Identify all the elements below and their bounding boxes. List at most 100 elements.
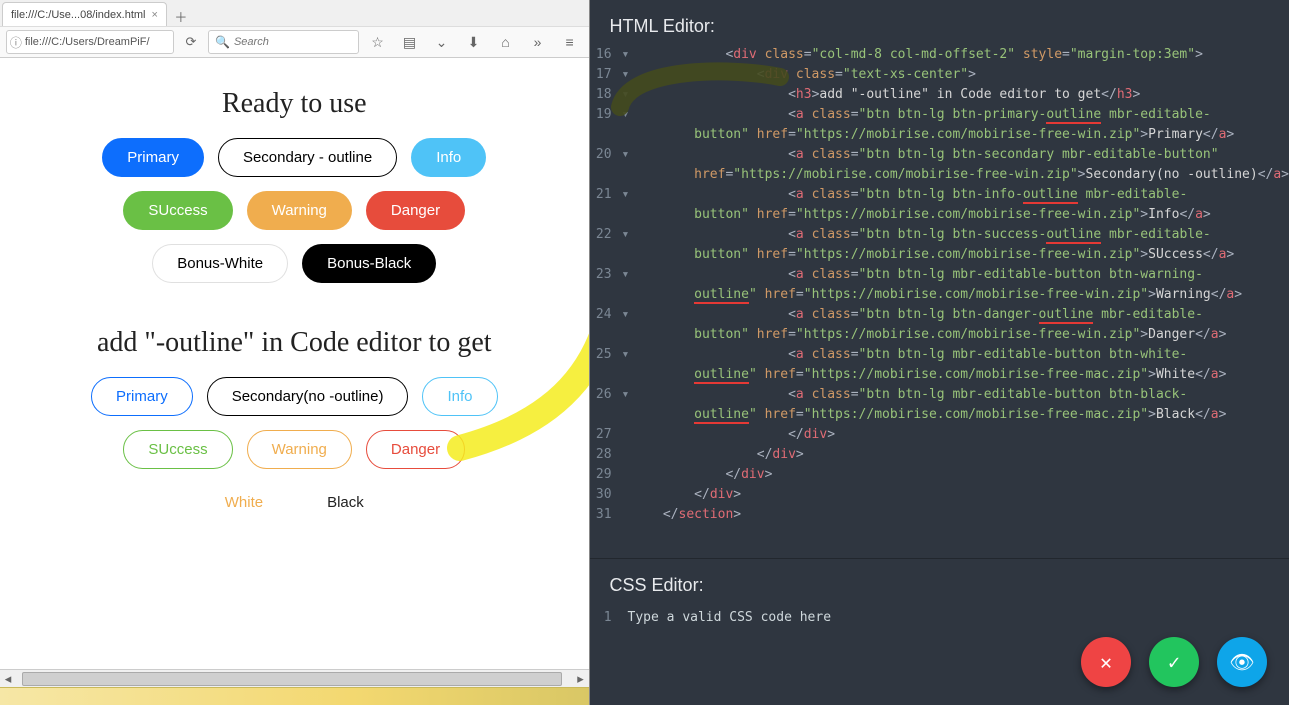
close-icon[interactable]: × <box>152 9 158 21</box>
code-text[interactable]: <a class="btn btn-lg mbr-editable-button… <box>632 345 1289 365</box>
menu-icon[interactable]: ≡ <box>557 30 583 54</box>
code-text[interactable]: <a class="btn btn-lg mbr-editable-button… <box>632 265 1289 285</box>
pocket-icon[interactable]: ⌄ <box>429 30 455 54</box>
code-line[interactable]: 26▾ <a class="btn btn-lg mbr-editable-bu… <box>590 385 1289 405</box>
fold-arrow-icon[interactable] <box>622 485 632 505</box>
scroll-left-icon[interactable]: ◂ <box>0 671 16 687</box>
code-text[interactable]: <div class="col-md-8 col-md-offset-2" st… <box>632 45 1289 65</box>
code-line-wrap[interactable]: button" href="https://mobirise.com/mobir… <box>590 125 1289 145</box>
btn-danger[interactable]: Danger <box>366 191 465 230</box>
code-line-wrap[interactable]: outline" href="https://mobirise.com/mobi… <box>590 285 1289 305</box>
code-line[interactable]: 18▾ <h3>add "-outline" in Code editor to… <box>590 85 1289 105</box>
code-text[interactable]: button" href="https://mobirise.com/mobir… <box>632 205 1289 225</box>
bookmark-icon[interactable]: ☆ <box>365 30 391 54</box>
code-line[interactable]: 28 </div> <box>590 445 1289 465</box>
html-editor[interactable]: 16▾ <div class="col-md-8 col-md-offset-2… <box>590 45 1289 558</box>
btn-success-outline[interactable]: SUccess <box>123 430 232 469</box>
code-text[interactable]: href="https://mobirise.com/mobirise-free… <box>632 165 1289 185</box>
scroll-thumb[interactable] <box>22 672 562 686</box>
code-line[interactable]: 20▾ <a class="btn btn-lg btn-secondary m… <box>590 145 1289 165</box>
new-tab-button[interactable]: ＋ <box>170 6 192 26</box>
code-text[interactable]: </div> <box>632 465 1289 485</box>
code-text[interactable]: </div> <box>632 485 1289 505</box>
code-line[interactable]: 24▾ <a class="btn btn-lg btn-danger-outl… <box>590 305 1289 325</box>
reload-button[interactable]: ⟳ <box>180 30 202 54</box>
code-text[interactable]: <a class="btn btn-lg btn-primary-outline… <box>632 105 1289 125</box>
browser-tab[interactable]: file:///C:/Use...08/index.html × <box>2 2 167 26</box>
btn-warning[interactable]: Warning <box>247 191 352 230</box>
code-text[interactable]: </section> <box>632 505 1289 525</box>
search-bar[interactable]: 🔍 <box>208 30 359 54</box>
btn-info[interactable]: Info <box>411 138 486 177</box>
fold-arrow-icon[interactable]: ▾ <box>622 105 632 125</box>
fold-arrow-icon[interactable] <box>622 505 632 525</box>
code-text[interactable]: <a class="btn btn-lg btn-success-outline… <box>632 225 1289 245</box>
btn-primary-outline[interactable]: Primary <box>91 377 193 416</box>
code-line-wrap[interactable]: outline" href="https://mobirise.com/mobi… <box>590 405 1289 425</box>
horizontal-scrollbar[interactable]: ◂ ▸ <box>0 669 589 687</box>
code-text[interactable]: <a class="btn btn-lg btn-info-outline mb… <box>632 185 1289 205</box>
btn-black-outline[interactable]: Black <box>302 483 389 522</box>
scroll-right-icon[interactable]: ▸ <box>573 671 589 687</box>
btn-white[interactable]: Bonus-White <box>152 244 288 283</box>
code-text[interactable]: </div> <box>632 425 1289 445</box>
fold-arrow-icon[interactable]: ▾ <box>622 85 632 105</box>
code-text[interactable]: outline" href="https://mobirise.com/mobi… <box>632 405 1289 425</box>
fold-arrow-icon[interactable]: ▾ <box>622 225 632 245</box>
fold-arrow-icon[interactable]: ▾ <box>622 185 632 205</box>
fold-arrow-icon[interactable]: ▾ <box>622 65 632 85</box>
overflow-icon[interactable]: » <box>525 30 551 54</box>
code-text[interactable]: button" href="https://mobirise.com/mobir… <box>632 245 1289 265</box>
fold-arrow-icon[interactable]: ▾ <box>622 265 632 285</box>
btn-black[interactable]: Bonus-Black <box>302 244 436 283</box>
downloads-icon[interactable]: ⬇ <box>461 30 487 54</box>
address-input[interactable] <box>25 36 173 48</box>
code-line[interactable]: 31 </section> <box>590 505 1289 525</box>
identity-icon[interactable]: ⓘ <box>7 34 25 51</box>
code-line[interactable]: 22▾ <a class="btn btn-lg btn-success-out… <box>590 225 1289 245</box>
code-line[interactable]: 25▾ <a class="btn btn-lg mbr-editable-bu… <box>590 345 1289 365</box>
btn-secondary[interactable]: Secondary - outline <box>218 138 397 177</box>
fold-arrow-icon[interactable]: ▾ <box>622 345 632 365</box>
fold-arrow-icon[interactable]: ▾ <box>622 45 632 65</box>
code-text[interactable]: outline" href="https://mobirise.com/mobi… <box>632 365 1289 385</box>
code-line-wrap[interactable]: button" href="https://mobirise.com/mobir… <box>590 325 1289 345</box>
code-text[interactable]: button" href="https://mobirise.com/mobir… <box>632 125 1289 145</box>
btn-secondary-outline[interactable]: Secondary(no -outline) <box>207 377 409 416</box>
code-text[interactable]: <a class="btn btn-lg mbr-editable-button… <box>632 385 1289 405</box>
code-text[interactable]: <div class="text-xs-center"> <box>632 65 1289 85</box>
code-text[interactable]: button" href="https://mobirise.com/mobir… <box>632 325 1289 345</box>
code-line-wrap[interactable]: href="https://mobirise.com/mobirise-free… <box>590 165 1289 185</box>
address-bar[interactable]: ⓘ <box>6 30 174 54</box>
reader-icon[interactable]: ▤ <box>397 30 423 54</box>
btn-danger-outline[interactable]: Danger <box>366 430 465 469</box>
code-text[interactable]: <a class="btn btn-lg btn-secondary mbr-e… <box>632 145 1289 165</box>
code-line-wrap[interactable]: button" href="https://mobirise.com/mobir… <box>590 245 1289 265</box>
code-text[interactable]: outline" href="https://mobirise.com/mobi… <box>632 285 1289 305</box>
cancel-button[interactable]: ✕ <box>1081 637 1131 687</box>
code-line[interactable]: 17▾ <div class="text-xs-center"> <box>590 65 1289 85</box>
code-line-wrap[interactable]: button" href="https://mobirise.com/mobir… <box>590 205 1289 225</box>
search-input[interactable] <box>234 36 352 48</box>
fold-arrow-icon[interactable]: ▾ <box>622 305 632 325</box>
btn-white-outline[interactable]: White <box>200 483 288 522</box>
fold-arrow-icon[interactable] <box>622 445 632 465</box>
page-viewport[interactable]: Ready to use Primary Secondary - outline… <box>0 58 589 687</box>
code-text[interactable]: <h3>add "-outline" in Code editor to get… <box>632 85 1289 105</box>
code-line[interactable]: 16▾ <div class="col-md-8 col-md-offset-2… <box>590 45 1289 65</box>
fold-arrow-icon[interactable]: ▾ <box>622 145 632 165</box>
btn-primary[interactable]: Primary <box>102 138 204 177</box>
code-text[interactable]: </div> <box>632 445 1289 465</box>
code-line[interactable]: 23▾ <a class="btn btn-lg mbr-editable-bu… <box>590 265 1289 285</box>
home-icon[interactable]: ⌂ <box>493 30 519 54</box>
code-line[interactable]: 29 </div> <box>590 465 1289 485</box>
code-line[interactable]: 21▾ <a class="btn btn-lg btn-info-outlin… <box>590 185 1289 205</box>
preview-button[interactable]: 👁 <box>1217 637 1267 687</box>
code-line[interactable]: 30 </div> <box>590 485 1289 505</box>
fold-arrow-icon[interactable] <box>622 425 632 445</box>
code-line[interactable]: 27 </div> <box>590 425 1289 445</box>
code-line[interactable]: 19▾ <a class="btn btn-lg btn-primary-out… <box>590 105 1289 125</box>
fold-arrow-icon[interactable] <box>622 465 632 485</box>
btn-info-outline[interactable]: Info <box>422 377 497 416</box>
btn-warning-outline[interactable]: Warning <box>247 430 352 469</box>
